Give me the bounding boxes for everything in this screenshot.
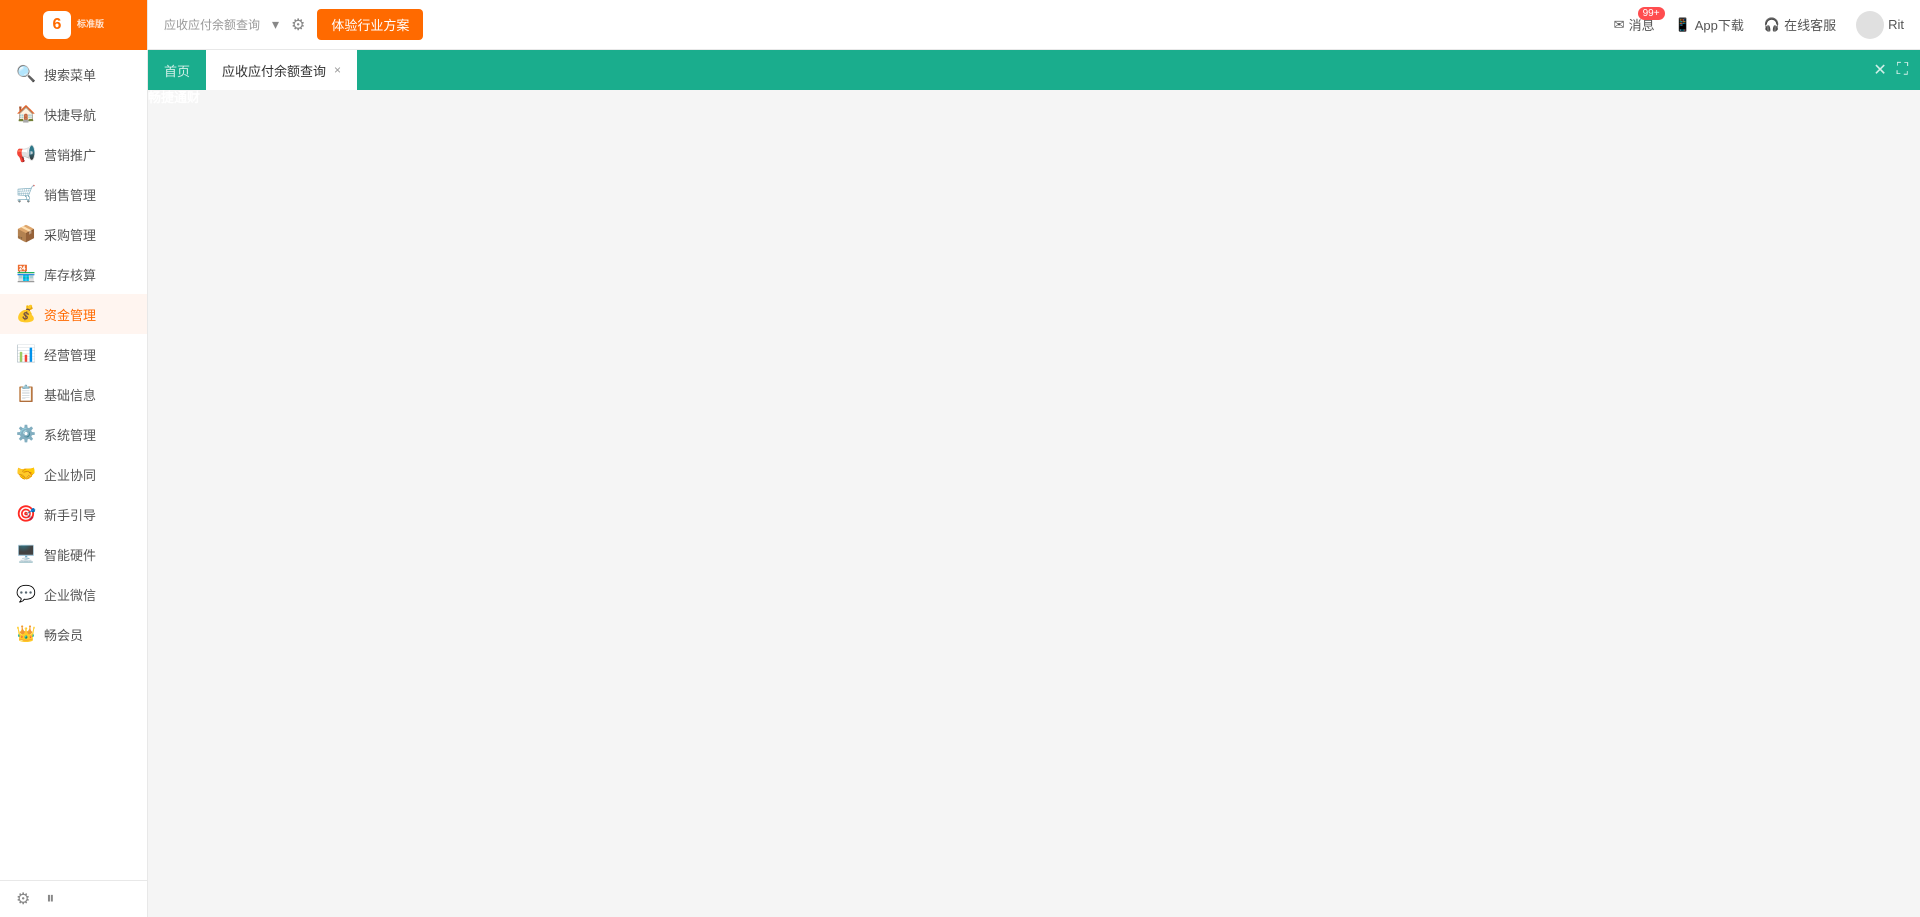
logo-text: 畅捷通财 标准版 (77, 19, 104, 31)
tabbar: 首页 应收应付余额查询 × ✕ ⛶ (148, 50, 1920, 90)
sidebar-item-member[interactable]: 👑 畅会员 (0, 614, 147, 654)
sidebar-item-sales[interactable]: 🛒 销售管理 (0, 174, 147, 214)
sidebar-item-quicknav[interactable]: 🏠 快捷导航 (0, 94, 147, 134)
purchase-icon: 📦 (16, 224, 36, 244)
sidebar-item-system[interactable]: ⚙️ 系统管理 (0, 414, 147, 454)
system-icon: ⚙️ (16, 424, 36, 444)
tab-home[interactable]: 首页 (148, 50, 206, 90)
username: Rit (1888, 17, 1904, 32)
tab-close-icon[interactable]: × (334, 63, 341, 77)
download-icon: 📱 (1675, 17, 1691, 33)
sidebar-item-operations[interactable]: 📊 经营管理 (0, 334, 147, 374)
message-icon: ✉ (1614, 17, 1625, 33)
sales-icon: 🛒 (16, 184, 36, 204)
message-button[interactable]: ✉ 消息 99+ (1614, 15, 1655, 34)
breadcrumb: 应收应付余额查询 (164, 16, 260, 33)
sidebar-menu: 🔍 搜索菜单 🏠 快捷导航 📢 营销推广 🛒 销售管理 📦 采购管理 🏪 库存核… (0, 50, 147, 880)
sidebar-item-baseinfo[interactable]: 📋 基础信息 (0, 374, 147, 414)
home-icon: 🏠 (16, 104, 36, 124)
logo-icon: 6 (43, 11, 71, 39)
header-gear-icon[interactable]: ⚙ (291, 15, 305, 35)
sidebar-bottom: ⚙ ⏸ (0, 880, 147, 917)
app-download-button[interactable]: 📱 App下载 (1675, 15, 1744, 34)
settings-bottom-icon[interactable]: ⚙ (16, 889, 30, 909)
sidebar-item-guide[interactable]: 🎯 新手引导 (0, 494, 147, 534)
member-icon: 👑 (16, 624, 36, 644)
sidebar-item-purchase[interactable]: 📦 采购管理 (0, 214, 147, 254)
header: 应收应付余额查询 ▾ ⚙ 体验行业方案 ✉ 消息 99+ 📱 App下载 🎧 在… (148, 0, 1920, 50)
breadcrumb-dropdown-icon[interactable]: ▾ (272, 16, 279, 33)
operations-icon: 📊 (16, 344, 36, 364)
sidebar-logo: 6 畅捷通财 标准版 (0, 0, 147, 50)
message-badge: 99+ (1638, 7, 1665, 20)
avatar (1856, 11, 1884, 39)
sidebar-item-marketing[interactable]: 📢 营销推广 (0, 134, 147, 174)
search-icon: 🔍 (16, 64, 36, 84)
promo-button[interactable]: 体验行业方案 (317, 9, 423, 40)
enterprise-icon: 🤝 (16, 464, 36, 484)
sidebar-item-search[interactable]: 🔍 搜索菜单 (0, 54, 147, 94)
header-actions: ✉ 消息 99+ 📱 App下载 🎧 在线客服 Rit (1614, 11, 1904, 39)
hardware-icon: 🖥️ (16, 544, 36, 564)
close-window-icon[interactable]: ✕ (1873, 60, 1886, 80)
baseinfo-icon: 📋 (16, 384, 36, 404)
sidebar-item-enterprise[interactable]: 🤝 企业协同 (0, 454, 147, 494)
online-service-button[interactable]: 🎧 在线客服 (1764, 15, 1836, 34)
sidebar-item-inventory[interactable]: 🏪 库存核算 (0, 254, 147, 294)
window-buttons: ✕ ⛶ (1873, 60, 1920, 80)
sidebar: 6 畅捷通财 标准版 🔍 搜索菜单 🏠 快捷导航 📢 营销推广 🛒 销售管理 📦… (0, 0, 148, 917)
user-avatar-area[interactable]: Rit (1856, 11, 1904, 39)
sidebar-item-finance[interactable]: 💰 资金管理 (0, 294, 147, 334)
maximize-icon[interactable]: ⛶ (1897, 61, 1908, 79)
wechat-icon: 💬 (16, 584, 36, 604)
finance-icon: 💰 (16, 304, 36, 324)
inventory-icon: 🏪 (16, 264, 36, 284)
service-icon: 🎧 (1764, 17, 1780, 33)
marketing-icon: 📢 (16, 144, 36, 164)
sidebar-item-hardware[interactable]: 🖥️ 智能硬件 (0, 534, 147, 574)
collapse-icon[interactable]: ⏸ (46, 890, 54, 908)
tab-receivable-query[interactable]: 应收应付余额查询 × (206, 50, 357, 90)
guide-icon: 🎯 (16, 504, 36, 524)
sidebar-item-wechat[interactable]: 💬 企业微信 (0, 574, 147, 614)
